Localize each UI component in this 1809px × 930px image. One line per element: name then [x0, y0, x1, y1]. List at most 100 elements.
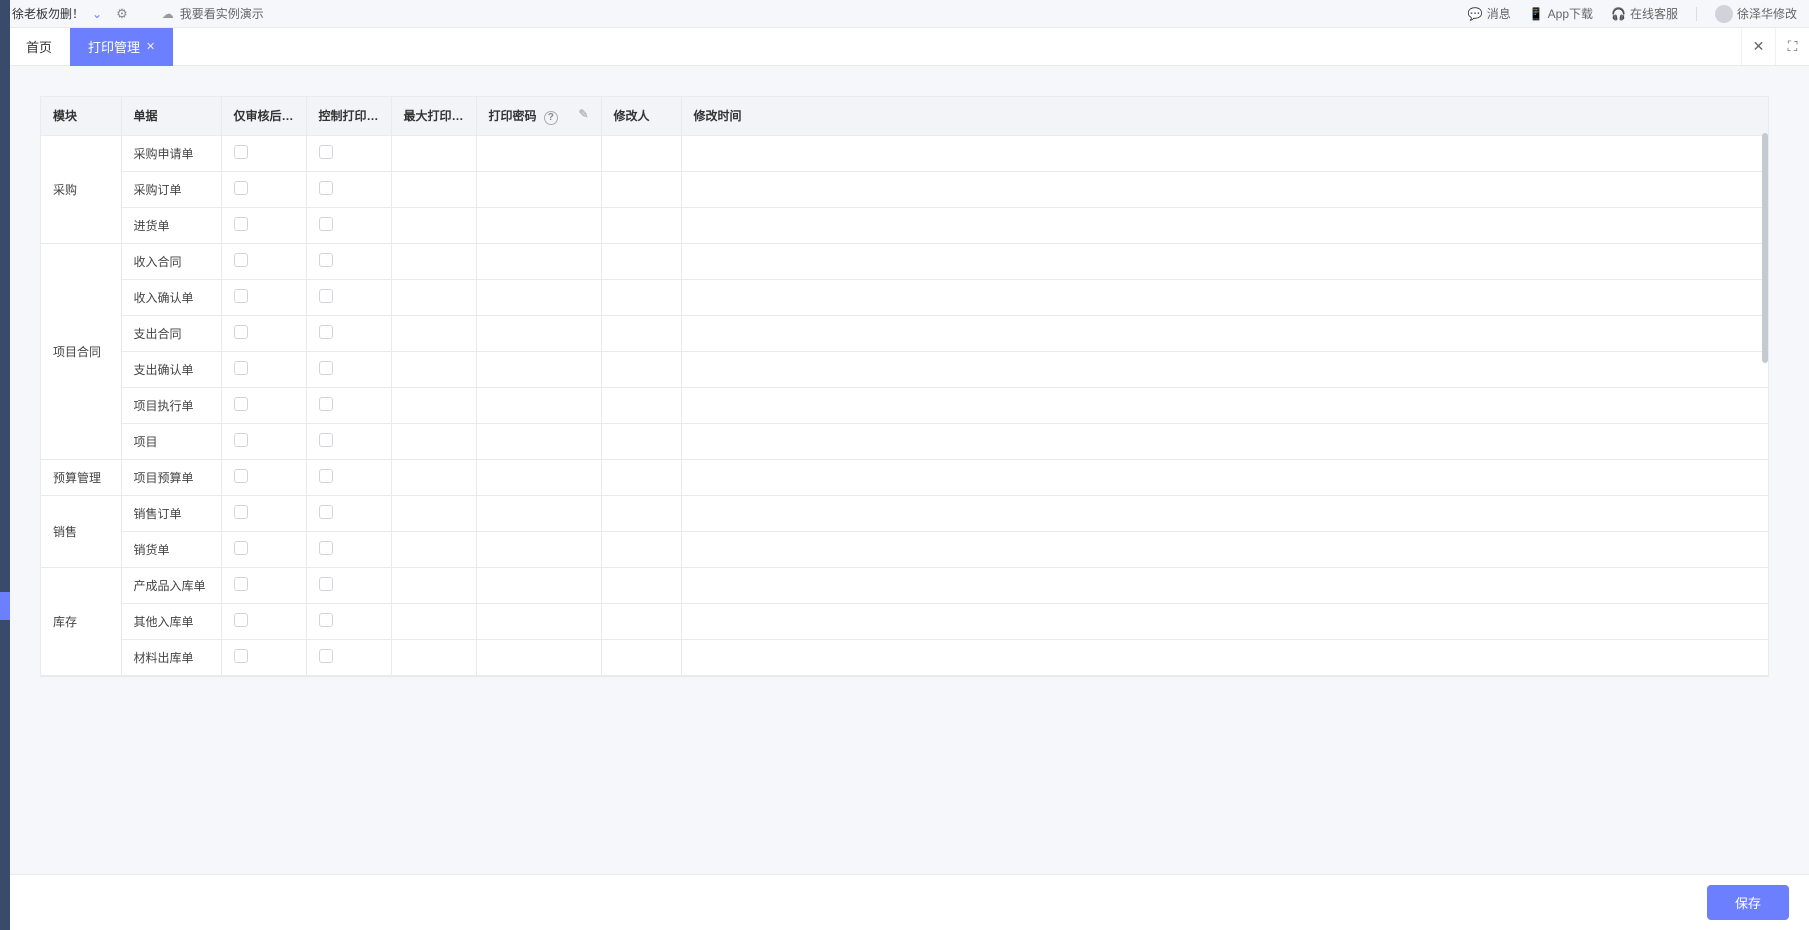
control-cell [306, 243, 391, 279]
checkbox[interactable] [234, 433, 248, 447]
table-row: 销售销售订单 [41, 495, 1768, 531]
top-bar: 徐老板勿删！ ⌄ ⚙ ☁ 我要看实例演示 💬消息 📱App下载 🎧在线客服 徐泽… [0, 0, 1809, 28]
fullscreen-button[interactable]: ⛶ [1775, 28, 1809, 65]
modtime-cell [681, 495, 1768, 531]
table-row: 收入确认单 [41, 279, 1768, 315]
save-button[interactable]: 保存 [1707, 885, 1789, 920]
password-cell [476, 639, 601, 675]
checkbox[interactable] [319, 145, 333, 159]
password-cell [476, 135, 601, 171]
password-cell [476, 171, 601, 207]
checkbox[interactable] [234, 397, 248, 411]
tab-print-management[interactable]: 打印管理 ✕ [70, 28, 173, 66]
max-print-cell [391, 207, 476, 243]
password-cell [476, 387, 601, 423]
col-modtime-header: 修改时间 [681, 97, 1768, 135]
phone-icon: 📱 [1529, 7, 1544, 21]
demo-link[interactable]: ☁ 我要看实例演示 [162, 5, 264, 22]
cloud-icon: ☁ [162, 7, 174, 21]
checkbox[interactable] [234, 289, 248, 303]
audited-cell [221, 279, 306, 315]
help-icon[interactable]: ? [544, 111, 558, 125]
user-menu[interactable]: 徐泽华修改 [1715, 5, 1797, 23]
table-row: 库存产成品入库单 [41, 567, 1768, 603]
control-cell [306, 567, 391, 603]
max-print-cell [391, 531, 476, 567]
checkbox[interactable] [234, 505, 248, 519]
checkbox[interactable] [319, 649, 333, 663]
bill-cell: 项目预算单 [121, 459, 221, 495]
password-cell [476, 423, 601, 459]
checkbox[interactable] [319, 181, 333, 195]
checkbox[interactable] [234, 469, 248, 483]
modifier-cell [601, 207, 681, 243]
checkbox[interactable] [319, 397, 333, 411]
checkbox[interactable] [234, 253, 248, 267]
company-selector[interactable]: 徐老板勿删！ ⌄ [12, 5, 102, 22]
audited-cell [221, 387, 306, 423]
audited-cell [221, 639, 306, 675]
checkbox[interactable] [319, 433, 333, 447]
control-cell [306, 315, 391, 351]
modifier-cell [601, 243, 681, 279]
chevron-down-icon: ⌄ [92, 7, 102, 21]
module-cell: 项目合同 [41, 243, 121, 459]
checkbox[interactable] [319, 289, 333, 303]
control-cell [306, 639, 391, 675]
checkbox[interactable] [319, 253, 333, 267]
checkbox[interactable] [319, 217, 333, 231]
modifier-cell [601, 315, 681, 351]
print-config-table: 模块 单据 仅审核后… 控制打印… 最大打印… 打印密码 ? ✎ 修改人 修改时… [41, 97, 1768, 676]
module-cell: 销售 [41, 495, 121, 567]
checkbox[interactable] [234, 325, 248, 339]
modifier-cell [601, 423, 681, 459]
tab-home[interactable]: 首页 [8, 28, 70, 66]
checkbox[interactable] [319, 613, 333, 627]
checkbox[interactable] [234, 649, 248, 663]
control-cell [306, 495, 391, 531]
table-row: 支出合同 [41, 315, 1768, 351]
checkbox[interactable] [319, 505, 333, 519]
table-row: 采购采购申请单 [41, 135, 1768, 171]
modifier-cell [601, 135, 681, 171]
max-print-cell [391, 567, 476, 603]
modifier-cell [601, 459, 681, 495]
bill-cell: 销售订单 [121, 495, 221, 531]
customer-service-label: 在线客服 [1630, 5, 1678, 22]
checkbox[interactable] [319, 361, 333, 375]
modifier-cell [601, 567, 681, 603]
checkbox[interactable] [319, 325, 333, 339]
table-row: 项目执行单 [41, 387, 1768, 423]
audited-cell [221, 495, 306, 531]
checkbox[interactable] [234, 217, 248, 231]
checkbox[interactable] [234, 181, 248, 195]
customer-service-link[interactable]: 🎧在线客服 [1611, 5, 1678, 22]
modtime-cell [681, 387, 1768, 423]
modifier-cell [601, 531, 681, 567]
gear-icon[interactable]: ⚙ [116, 6, 128, 22]
app-download-link[interactable]: 📱App下载 [1529, 5, 1593, 22]
checkbox[interactable] [319, 541, 333, 555]
table-row: 销货单 [41, 531, 1768, 567]
audited-cell [221, 135, 306, 171]
scrollbar[interactable] [1762, 133, 1768, 363]
save-button-label: 保存 [1735, 896, 1761, 911]
control-cell [306, 459, 391, 495]
messages-link[interactable]: 💬消息 [1468, 5, 1511, 22]
table-row: 采购订单 [41, 171, 1768, 207]
password-cell [476, 279, 601, 315]
checkbox[interactable] [234, 145, 248, 159]
checkbox[interactable] [319, 577, 333, 591]
edit-icon[interactable]: ✎ [578, 107, 588, 121]
audited-cell [221, 603, 306, 639]
table-body: 采购采购申请单采购订单进货单项目合同收入合同收入确认单支出合同支出确认单项目执行… [41, 135, 1768, 675]
close-icon[interactable]: ✕ [146, 40, 155, 53]
close-panel-button[interactable]: ✕ [1741, 28, 1775, 65]
checkbox[interactable] [234, 577, 248, 591]
checkbox[interactable] [319, 469, 333, 483]
checkbox[interactable] [234, 613, 248, 627]
max-print-cell [391, 387, 476, 423]
checkbox[interactable] [234, 541, 248, 555]
max-print-cell [391, 171, 476, 207]
checkbox[interactable] [234, 361, 248, 375]
